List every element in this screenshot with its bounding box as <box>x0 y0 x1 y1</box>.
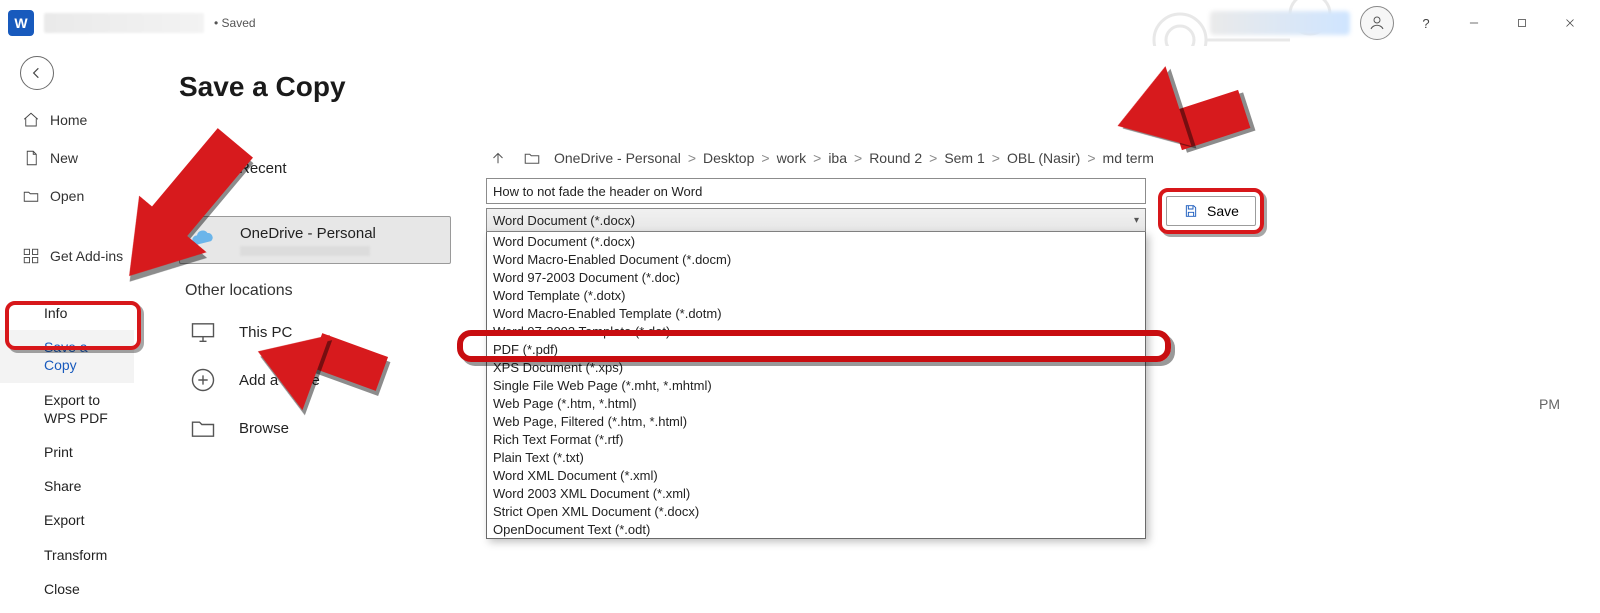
location-account-blurred <box>240 246 370 256</box>
user-avatar-icon[interactable] <box>1360 6 1394 40</box>
open-folder-icon <box>22 187 40 205</box>
format-option[interactable]: Word Macro-Enabled Template (*.dotm) <box>487 304 1145 322</box>
page-title: Save a Copy <box>179 71 1600 103</box>
breadcrumb-segment[interactable]: OBL (Nasir) <box>1007 150 1080 166</box>
breadcrumb-separator: > <box>1087 150 1095 166</box>
breadcrumb-segment[interactable]: OneDrive - Personal <box>554 150 681 166</box>
account-info-blurred <box>1210 11 1350 35</box>
breadcrumb-segment[interactable]: md term <box>1103 150 1154 166</box>
up-one-level-button[interactable] <box>486 146 510 170</box>
sidebar-item-new[interactable]: New <box>0 140 134 176</box>
breadcrumb-segment[interactable]: work <box>777 150 807 166</box>
breadcrumb[interactable]: OneDrive - Personal > Desktop > work > iba > Rou… <box>554 150 1154 166</box>
browse-folder-icon <box>185 410 221 446</box>
minimize-button[interactable] <box>1452 8 1496 38</box>
sidebar-item-share[interactable]: Share <box>0 469 134 503</box>
sidebar-item-print[interactable]: Print <box>0 435 134 469</box>
save-button[interactable]: Save <box>1166 196 1256 226</box>
backstage-sidebar: Home New Open Get Add-ins InfoSave a Cop… <box>0 46 134 613</box>
save-button-label: Save <box>1207 203 1239 219</box>
location-label: Recent <box>239 160 287 177</box>
help-icon: ? <box>1422 16 1429 31</box>
add-place-icon <box>185 362 221 398</box>
location-label: OneDrive - Personal <box>240 225 376 242</box>
format-option[interactable]: Word 2003 XML Document (*.xml) <box>487 484 1145 502</box>
location-recent[interactable]: Recent <box>179 144 451 192</box>
truncated-timestamp: PM <box>1539 396 1560 412</box>
format-option[interactable]: OpenDocument Text (*.odt) <box>487 520 1145 538</box>
close-window-button[interactable] <box>1548 8 1592 38</box>
format-option[interactable]: Word 97-2003 Document (*.doc) <box>487 268 1145 286</box>
document-title-blurred <box>44 13 204 33</box>
breadcrumb-separator: > <box>813 150 821 166</box>
format-option[interactable]: Word XML Document (*.xml) <box>487 466 1145 484</box>
location-browse[interactable]: Browse <box>179 404 451 452</box>
breadcrumb-separator: > <box>761 150 769 166</box>
this-pc-icon <box>185 314 221 350</box>
breadcrumb-segment[interactable]: Sem 1 <box>944 150 984 166</box>
sidebar-item-transform[interactable]: Transform <box>0 538 134 572</box>
location-add-place[interactable]: Add a Place <box>179 356 451 404</box>
sidebar-item-info[interactable]: Info <box>0 296 134 330</box>
autosave-status: • Saved <box>214 16 256 30</box>
folder-icon <box>520 146 544 170</box>
format-option[interactable]: Word Macro-Enabled Document (*.docm) <box>487 250 1145 268</box>
format-select[interactable]: Word Document (*.docx) ▾ <box>486 208 1146 232</box>
breadcrumb-segment[interactable]: Desktop <box>703 150 754 166</box>
format-dropdown: Word Document (*.docx)Word Macro-Enabled… <box>486 232 1146 539</box>
maximize-button[interactable] <box>1500 8 1544 38</box>
sidebar-label: Home <box>50 112 87 128</box>
onedrive-icon <box>186 222 222 258</box>
recent-icon <box>185 150 221 186</box>
location-label: Browse <box>239 420 289 437</box>
filename-input[interactable] <box>486 178 1146 204</box>
breadcrumb-segment[interactable]: Round 2 <box>869 150 922 166</box>
sidebar-label: Get Add-ins <box>50 248 123 264</box>
location-onedrive[interactable]: OneDrive - Personal <box>179 216 451 264</box>
chevron-down-icon: ▾ <box>1134 215 1139 226</box>
format-selected-label: Word Document (*.docx) <box>493 213 635 228</box>
sidebar-item-save-a-copy[interactable]: Save a Copy <box>0 330 134 382</box>
breadcrumb-separator: > <box>992 150 1000 166</box>
breadcrumb-segment[interactable]: iba <box>828 150 847 166</box>
locations-column: Recent OneDrive - Personal Other locatio… <box>179 144 451 452</box>
backstage-main: Save a Copy Recent OneDrive - Personal O… <box>134 46 1600 613</box>
format-option[interactable]: PDF (*.pdf) <box>487 340 1145 358</box>
sidebar-item-open[interactable]: Open <box>0 178 134 214</box>
breadcrumb-separator: > <box>929 150 937 166</box>
breadcrumb-separator: > <box>854 150 862 166</box>
sidebar-item-export-to-wps-pdf[interactable]: Export to WPS PDF <box>0 383 134 435</box>
addins-icon <box>22 247 40 265</box>
format-option[interactable]: Word Document (*.docx) <box>487 232 1145 250</box>
location-this-pc[interactable]: This PC <box>179 308 451 356</box>
sidebar-item-home[interactable]: Home <box>0 102 134 138</box>
save-disk-icon <box>1183 203 1199 219</box>
sidebar-label: Open <box>50 188 84 204</box>
format-option[interactable]: Web Page, Filtered (*.htm, *.html) <box>487 412 1145 430</box>
new-file-icon <box>22 149 40 167</box>
format-option[interactable]: Word Template (*.dotx) <box>487 286 1145 304</box>
back-button[interactable] <box>20 56 54 90</box>
locations-other-title: Other locations <box>185 282 451 300</box>
sidebar-item-export[interactable]: Export <box>0 503 134 537</box>
format-option[interactable]: Strict Open XML Document (*.docx) <box>487 502 1145 520</box>
breadcrumb-separator: > <box>688 150 696 166</box>
sidebar-item-close[interactable]: Close <box>0 572 134 606</box>
format-option[interactable]: Web Page (*.htm, *.html) <box>487 394 1145 412</box>
format-option[interactable]: Word 97-2003 Template (*.dot) <box>487 322 1145 340</box>
format-option[interactable]: XPS Document (*.xps) <box>487 358 1145 376</box>
word-app-icon: W <box>8 10 34 36</box>
save-panel: OneDrive - Personal > Desktop > work > iba > Rou… <box>486 144 1294 539</box>
title-bar: W • Saved ? <box>0 0 1600 46</box>
format-option[interactable]: Plain Text (*.txt) <box>487 448 1145 466</box>
format-option[interactable]: Single File Web Page (*.mht, *.mhtml) <box>487 376 1145 394</box>
home-icon <box>22 111 40 129</box>
location-label: Add a Place <box>239 372 320 389</box>
help-button[interactable]: ? <box>1404 8 1448 38</box>
location-label: This PC <box>239 324 292 341</box>
sidebar-label: New <box>50 150 78 166</box>
format-option[interactable]: Rich Text Format (*.rtf) <box>487 430 1145 448</box>
sidebar-item-addins[interactable]: Get Add-ins <box>0 238 134 274</box>
